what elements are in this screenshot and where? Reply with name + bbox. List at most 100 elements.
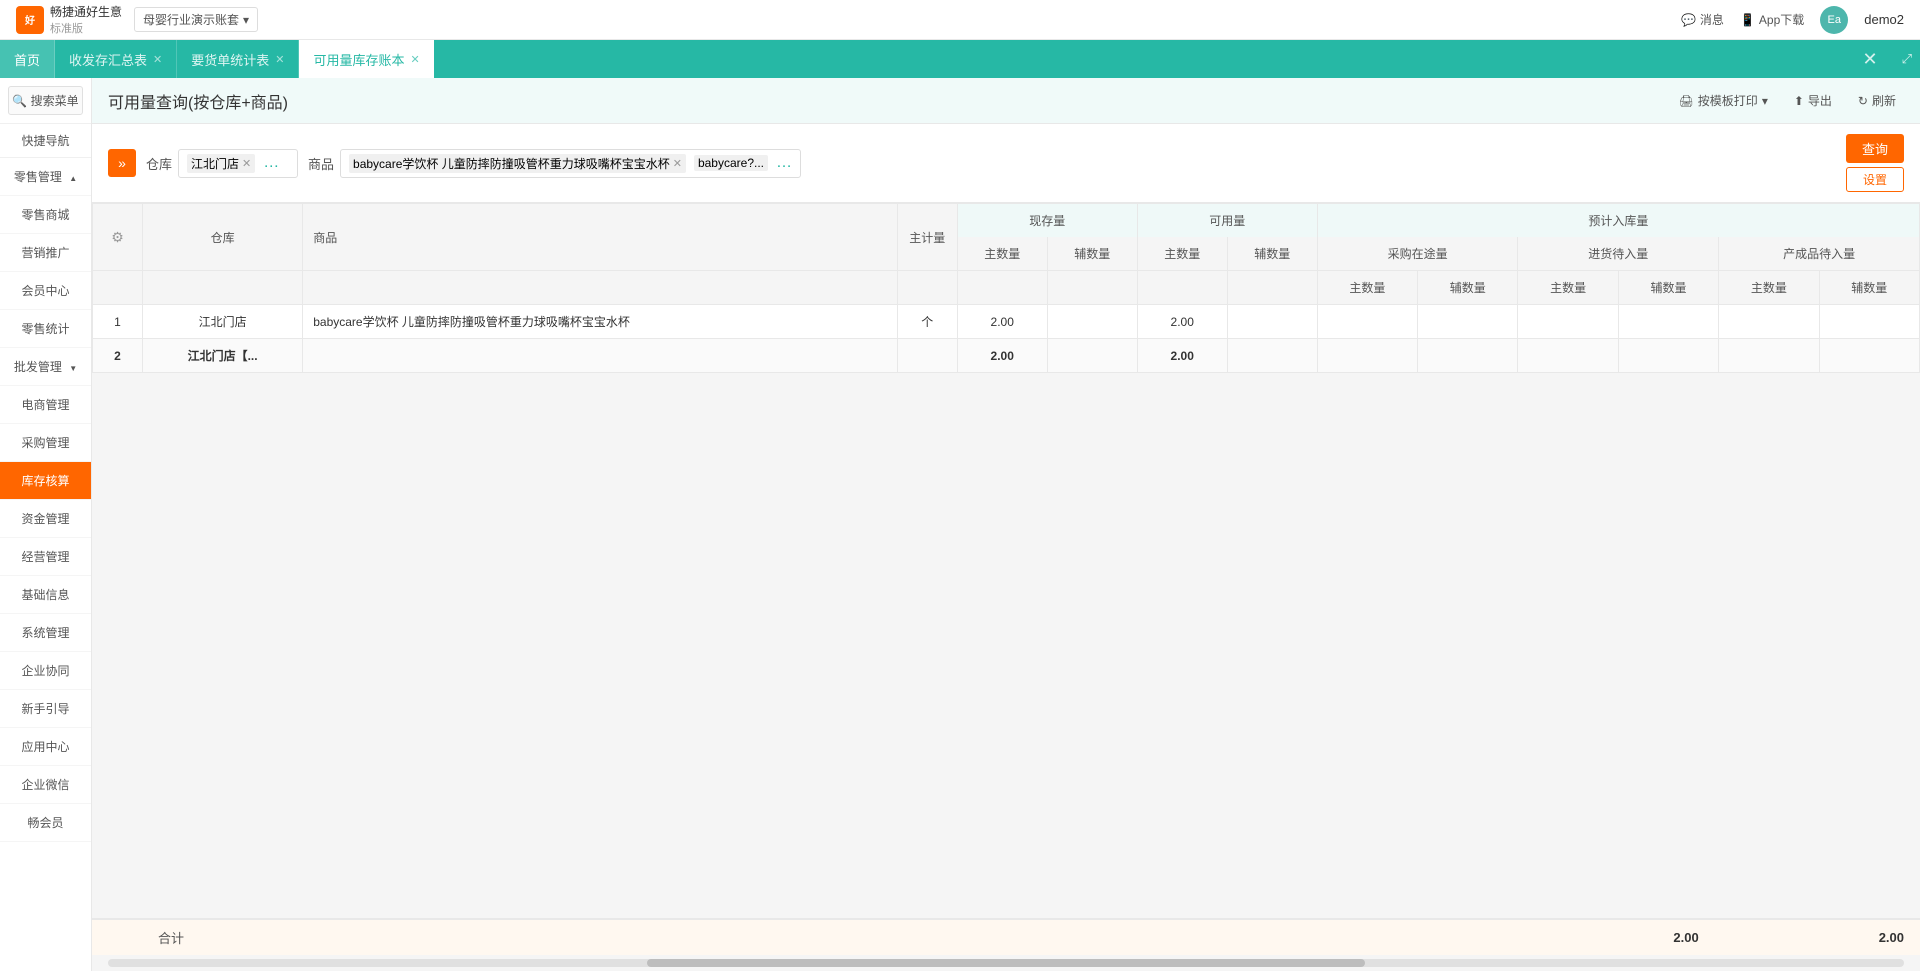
sidebar: 🔍 搜索菜单 快捷导航 零售管理 零售商城 营销推广 会员中心 零售统计 [0, 78, 92, 971]
cell-cur-sub-1 [1047, 305, 1137, 339]
col-sub-header-cur-main [957, 271, 1047, 305]
col-sub-header-num [93, 271, 143, 305]
search-menu-label: 搜索菜单 [31, 94, 79, 108]
sidebar-item-vip-member[interactable]: 畅会员 [0, 804, 91, 842]
cell-pp-sub-2 [1819, 339, 1919, 373]
col-header-current-stock: 现存量 [957, 204, 1137, 238]
new-guide-label: 新手引导 [21, 702, 69, 716]
sidebar-menu: 零售管理 零售商城 营销推广 会员中心 零售统计 批发管理 电商管理 采购管理 [0, 158, 91, 842]
export-label: 导出 [1808, 92, 1832, 109]
col-sub-header-unit [897, 271, 957, 305]
scrollbar-thumb[interactable] [647, 959, 1365, 967]
product-tag2-text: babycare?... [698, 156, 764, 170]
wholesale-mgmt-label: 批发管理 [14, 360, 62, 374]
cell-warehouse-1: 江北门店 [143, 305, 303, 339]
retail-mall-label: 零售商城 [21, 208, 69, 222]
tab-receipts-close[interactable]: ✕ [153, 53, 162, 66]
col-header-current-main: 主数量 [957, 237, 1047, 271]
enterprise-wechat-label: 企业微信 [21, 778, 69, 792]
message-btn[interactable]: 💬 消息 [1681, 11, 1724, 28]
main-layout: 🔍 搜索菜单 快捷导航 零售管理 零售商城 营销推广 会员中心 零售统计 [0, 78, 1920, 971]
sidebar-item-enterprise-collab[interactable]: 企业协同 [0, 652, 91, 690]
sidebar-item-retail-mall[interactable]: 零售商城 [0, 196, 91, 234]
refresh-btn[interactable]: ↻ 刷新 [1850, 88, 1904, 113]
message-label: 消息 [1700, 11, 1724, 28]
col-sub-header-wh [143, 271, 303, 305]
basic-info-label: 基础信息 [21, 588, 69, 602]
cell-unit-2 [897, 339, 957, 373]
table-container: ⚙ 仓库 商品 主计量 现存量 [92, 203, 1920, 918]
warehouse-tag-remove[interactable]: ✕ [242, 157, 251, 170]
app-download-label: App下载 [1759, 11, 1804, 28]
cell-pp-main-2 [1719, 339, 1819, 373]
product-tag1-remove[interactable]: ✕ [673, 157, 682, 170]
export-btn[interactable]: ⬆ 导出 [1786, 88, 1840, 113]
tab-home-label: 首页 [14, 50, 40, 69]
close-all-tabs-btn[interactable]: ✕ [1851, 40, 1890, 78]
industry-selector[interactable]: 母婴行业演示账套 ▾ [134, 7, 258, 32]
page-header-actions: 🖨 按模板打印 ▾ ⬆ 导出 ↻ 刷新 [1671, 88, 1904, 113]
tab-receipts[interactable]: 收发存汇总表 ✕ [55, 40, 177, 78]
sidebar-item-wholesale-mgmt[interactable]: 批发管理 [0, 348, 91, 386]
sidebar-item-retail-mgmt[interactable]: 零售管理 [0, 158, 91, 196]
product-filter-label: 商品 [308, 154, 334, 173]
message-icon: 💬 [1681, 13, 1696, 27]
col-header-available-sub: 辅数量 [1227, 237, 1317, 271]
cell-avail-main-2: 2.00 [1137, 339, 1227, 373]
product-tag2: babycare?... [694, 155, 768, 171]
finance-mgmt-label: 资金管理 [21, 512, 69, 526]
search-menu-btn[interactable]: 🔍 搜索菜单 [8, 86, 83, 115]
sidebar-item-retail-stats[interactable]: 零售统计 [0, 310, 91, 348]
sidebar-item-inventory-check[interactable]: 库存核算 [0, 462, 91, 500]
tab-requisition-label: 要货单统计表 [191, 50, 269, 69]
print-btn[interactable]: 🖨 按模板打印 ▾ [1671, 88, 1776, 113]
warehouse-filter-input[interactable]: 江北门店 ✕ … [178, 149, 298, 178]
col-header-inbound-pending: 进货待入量 [1518, 237, 1719, 271]
warehouse-tag-text: 江北门店 [191, 155, 239, 172]
sidebar-item-marketing[interactable]: 营销推广 [0, 234, 91, 272]
sidebar-item-finance-mgmt[interactable]: 资金管理 [0, 500, 91, 538]
col-sub-header-avail-main [1137, 271, 1227, 305]
purchase-mgmt-label: 采购管理 [21, 436, 69, 450]
product-filter-input[interactable]: babycare学饮杯 儿童防摔防撞吸管杯重力球吸嘴杯宝宝水杯 ✕ babyca… [340, 149, 801, 178]
quick-nav-btn[interactable]: 快捷导航 [0, 124, 91, 158]
cell-cur-main-1: 2.00 [957, 305, 1047, 339]
sidebar-item-ops-mgmt[interactable]: 经营管理 [0, 538, 91, 576]
cell-product-2 [303, 339, 898, 373]
col-sub-header-ip-sub: 辅数量 [1618, 271, 1718, 305]
tab-available-close[interactable]: ✕ [411, 53, 420, 66]
system-mgmt-label: 系统管理 [21, 626, 69, 640]
cell-product-1: babycare学饮杯 儿童防摔防撞吸管杯重力球吸嘴杯宝宝水杯 [303, 305, 898, 339]
col-header-available-qty: 可用量 [1137, 204, 1317, 238]
tab-home[interactable]: 首页 [0, 40, 55, 78]
tab-available[interactable]: 可用量库存账本 ✕ [299, 40, 433, 78]
table-header-row-1: ⚙ 仓库 商品 主计量 现存量 [93, 204, 1920, 238]
product-more-btn[interactable]: … [776, 154, 792, 172]
app-download-btn[interactable]: 📱 App下载 [1740, 11, 1804, 28]
query-btn[interactable]: 查询 [1846, 134, 1904, 163]
top-bar-right: 💬 消息 📱 App下载 Ea demo2 [1681, 6, 1904, 34]
settings-btn[interactable]: 设置 [1846, 167, 1904, 192]
sidebar-item-app-center[interactable]: 应用中心 [0, 728, 91, 766]
warehouse-more-btn[interactable]: … [263, 154, 279, 172]
sidebar-item-ecommerce-mgmt[interactable]: 电商管理 [0, 386, 91, 424]
cell-pt-sub-2 [1418, 339, 1518, 373]
tab-requisition-close[interactable]: ✕ [275, 53, 284, 66]
tab-requisition[interactable]: 要货单统计表 ✕ [177, 40, 299, 78]
retail-stats-label: 零售统计 [21, 322, 69, 336]
sidebar-item-purchase-mgmt[interactable]: 采购管理 [0, 424, 91, 462]
sidebar-item-member-center[interactable]: 会员中心 [0, 272, 91, 310]
sidebar-item-new-guide[interactable]: 新手引导 [0, 690, 91, 728]
col-header-warehouse: 仓库 [143, 204, 303, 271]
gear-icon[interactable]: ⚙ [111, 229, 124, 245]
horizontal-scrollbar[interactable] [108, 959, 1904, 967]
sidebar-item-system-mgmt[interactable]: 系统管理 [0, 614, 91, 652]
filter-toggle-btn[interactable]: » [108, 149, 136, 177]
expand-tabs-btn[interactable]: ⤢ [1894, 40, 1920, 78]
sidebar-item-enterprise-wechat[interactable]: 企业微信 [0, 766, 91, 804]
sidebar-item-basic-info[interactable]: 基础信息 [0, 576, 91, 614]
cell-num-1: 1 [93, 305, 143, 339]
user-avatar[interactable]: Ea [1820, 6, 1848, 34]
col-sub-header-avail-sub [1227, 271, 1317, 305]
retail-mgmt-label: 零售管理 [14, 170, 62, 184]
